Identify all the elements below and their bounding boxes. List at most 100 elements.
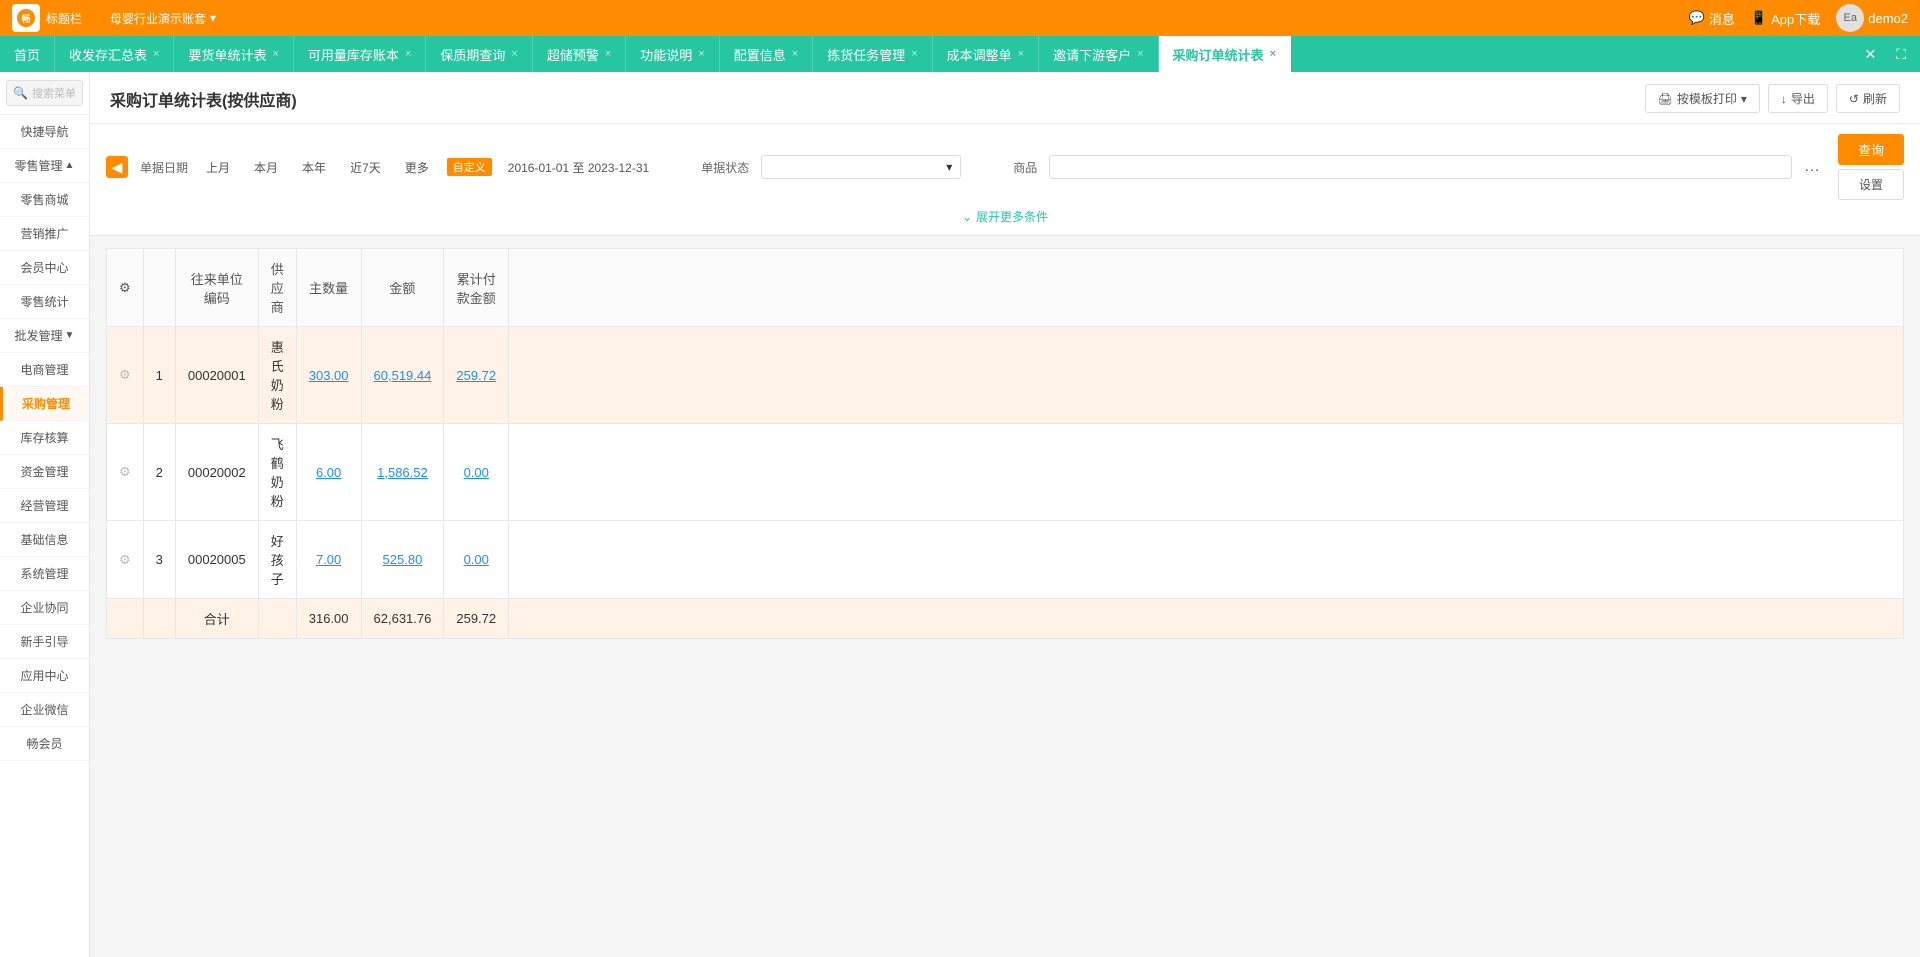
sidebar-item-basic[interactable]: 基础信息	[0, 523, 89, 557]
tab-close-all-btn[interactable]: ✕	[1858, 44, 1882, 65]
export-btn[interactable]: ↓ 导出	[1768, 84, 1828, 113]
row-amount[interactable]: 1,586.52	[361, 424, 444, 521]
row-gear[interactable]: ⚙	[107, 327, 144, 424]
tab-pihuo[interactable]: 拣货任务管理 ×	[813, 36, 932, 72]
close-icon[interactable]: ×	[1270, 48, 1276, 60]
message-btn[interactable]: 💬 消息	[1689, 9, 1735, 28]
expand-more-btn[interactable]: ⌄ 展开更多条件	[962, 208, 1048, 225]
sidebar-item-system[interactable]: 系统管理	[0, 557, 89, 591]
supplier-column-header: 供应商	[258, 249, 296, 327]
sidebar-item-newguide[interactable]: 新手引导	[0, 625, 89, 659]
setting-btn[interactable]: 设置	[1838, 169, 1904, 200]
sidebar-item-appcenter[interactable]: 应用中心	[0, 659, 89, 693]
row-paid-amount[interactable]: 0.00	[444, 424, 509, 521]
expand-more-label: 展开更多条件	[976, 208, 1048, 225]
sidebar-item-quicknav[interactable]: 快捷导航	[0, 115, 89, 149]
sidebar-item-member[interactable]: 会员中心	[0, 251, 89, 285]
tab-home[interactable]: 首页	[0, 36, 55, 72]
tab-baozhi[interactable]: 保质期查询 ×	[426, 36, 532, 72]
sidebar-item-inventory[interactable]: 库存核算	[0, 421, 89, 455]
row-paid-amount[interactable]: 0.00	[444, 521, 509, 599]
app-download-btn[interactable]: 📱 App下载	[1751, 9, 1820, 28]
search-box[interactable]: 🔍 搜索菜单	[6, 80, 83, 106]
goods-more-btn[interactable]: …	[1798, 156, 1826, 178]
row-gear[interactable]: ⚙	[107, 424, 144, 521]
shortcut-more[interactable]: 更多	[399, 157, 435, 178]
sidebar-item-vip[interactable]: 畅会员	[0, 727, 89, 761]
close-icon[interactable]: ×	[405, 48, 411, 60]
date-range-display: 2016-01-01 至 2023-12-31	[508, 159, 649, 176]
close-icon[interactable]: ×	[911, 48, 917, 60]
gear-column-header: ⚙	[107, 249, 144, 327]
row-paid-amount[interactable]: 259.72	[444, 327, 509, 424]
sidebar-item-purchase-label: 采购管理	[22, 397, 70, 411]
shortcut-last-month[interactable]: 上月	[200, 157, 236, 178]
gear-icon[interactable]: ⚙	[119, 552, 131, 567]
sidebar-item-enterprise[interactable]: 企业协同	[0, 591, 89, 625]
sidebar-item-marketing[interactable]: 营销推广	[0, 217, 89, 251]
sidebar-item-retailstat[interactable]: 零售统计	[0, 285, 89, 319]
sidebar-item-retail[interactable]: 零售管理 ▲	[0, 149, 89, 183]
row-qty[interactable]: 303.00	[296, 327, 361, 424]
sidebar-item-finance[interactable]: 资金管理	[0, 455, 89, 489]
shortcut-this-year[interactable]: 本年	[296, 157, 332, 178]
row-amount[interactable]: 525.80	[361, 521, 444, 599]
page-title-row: 采购订单统计表(按供应商) 🖨 按模板打印 ▾ ↓ 导出 ↺ 刷新	[110, 84, 1900, 123]
paid-amount-column-header: 累计付款金额	[444, 249, 509, 327]
refresh-btn[interactable]: ↺ 刷新	[1836, 84, 1900, 113]
close-icon[interactable]: ×	[153, 48, 159, 60]
close-icon[interactable]: ×	[792, 48, 798, 60]
close-icon[interactable]: ×	[1137, 48, 1143, 60]
tab-keyongliang[interactable]: 可用量库存账本 ×	[294, 36, 426, 72]
gear-icon[interactable]: ⚙	[119, 464, 131, 479]
row-qty[interactable]: 6.00	[296, 424, 361, 521]
filter-row-1: ◀ 单据日期 上月 本月 本年 近7天 更多 自定义 2016-01-01 至 …	[106, 134, 1904, 200]
row-qty[interactable]: 7.00	[296, 521, 361, 599]
sidebar-item-quicknav-label: 快捷导航	[20, 125, 68, 139]
summary-qty: 316.00	[296, 599, 361, 639]
gear-icon[interactable]: ⚙	[119, 367, 131, 382]
custom-date-badge[interactable]: 自定义	[447, 158, 492, 176]
close-icon[interactable]: ×	[1018, 48, 1024, 60]
shortcut-7days[interactable]: 近7天	[344, 157, 387, 178]
sidebar-item-pifa[interactable]: 批发管理 ▼	[0, 319, 89, 353]
tab-gongneng[interactable]: 功能说明 ×	[626, 36, 719, 72]
sidebar-item-operation[interactable]: 经营管理	[0, 489, 89, 523]
shortcut-this-month[interactable]: 本月	[248, 157, 284, 178]
tab-chaochuyujing[interactable]: 超储预警 ×	[533, 36, 626, 72]
tab-caigou[interactable]: 采购订单统计表 ×	[1159, 36, 1291, 72]
row-amount[interactable]: 60,519.44	[361, 327, 444, 424]
close-icon[interactable]: ×	[698, 48, 704, 60]
tab-shoufa[interactable]: 收发存汇总表 ×	[55, 36, 174, 72]
sidebar-item-ecom[interactable]: 电商管理	[0, 353, 89, 387]
user-area[interactable]: Ea demo2	[1836, 4, 1908, 32]
status-select[interactable]: ▾	[761, 155, 961, 179]
sidebar-item-corpwechat[interactable]: 企业微信	[0, 693, 89, 727]
goods-filter-input[interactable]	[1049, 155, 1792, 179]
export-icon: ↓	[1781, 92, 1787, 106]
workspace-selector[interactable]: 母婴行业演示账套 ▾	[110, 10, 216, 27]
table-row: ⚙ 2 00020002 飞鹤奶粉 6.00 1,586.52 0.00	[107, 424, 1904, 521]
close-icon[interactable]: ×	[605, 48, 611, 60]
row-gear[interactable]: ⚙	[107, 521, 144, 599]
tab-yaoqing[interactable]: 邀请下游客户 ×	[1039, 36, 1158, 72]
sidebar-item-newguide-label: 新手引导	[20, 635, 68, 649]
row-code: 00020001	[175, 327, 258, 424]
sidebar-item-purchase[interactable]: 采购管理	[0, 387, 89, 421]
template-print-btn[interactable]: 🖨 按模板打印 ▾	[1645, 84, 1760, 113]
tab-peizhi[interactable]: 配置信息 ×	[720, 36, 813, 72]
content-area: 采购订单统计表(按供应商) 🖨 按模板打印 ▾ ↓ 导出 ↺ 刷新	[90, 72, 1920, 957]
top-bar: 畅 标题栏 母婴行业演示账套 ▾ 💬 消息 📱 App下载 Ea demo2	[0, 0, 1920, 36]
close-icon[interactable]: ×	[272, 48, 278, 60]
sidebar-item-vip-label: 畅会员	[26, 737, 62, 751]
tab-maximize-btn[interactable]: ⛶	[1890, 44, 1912, 65]
sidebar-item-enterprise-label: 企业协同	[20, 601, 68, 615]
query-btn[interactable]: 查询	[1838, 134, 1904, 165]
gear-icon[interactable]: ⚙	[119, 280, 131, 295]
tab-yaohuo[interactable]: 要货单统计表 ×	[174, 36, 293, 72]
toggle-filter-btn[interactable]: ◀	[106, 156, 128, 178]
sidebar-item-retailshop[interactable]: 零售商城	[0, 183, 89, 217]
tab-chengben[interactable]: 成本调整单 ×	[933, 36, 1039, 72]
close-icon[interactable]: ×	[511, 48, 517, 60]
sidebar-search-area[interactable]: 🔍 搜索菜单	[0, 72, 89, 115]
